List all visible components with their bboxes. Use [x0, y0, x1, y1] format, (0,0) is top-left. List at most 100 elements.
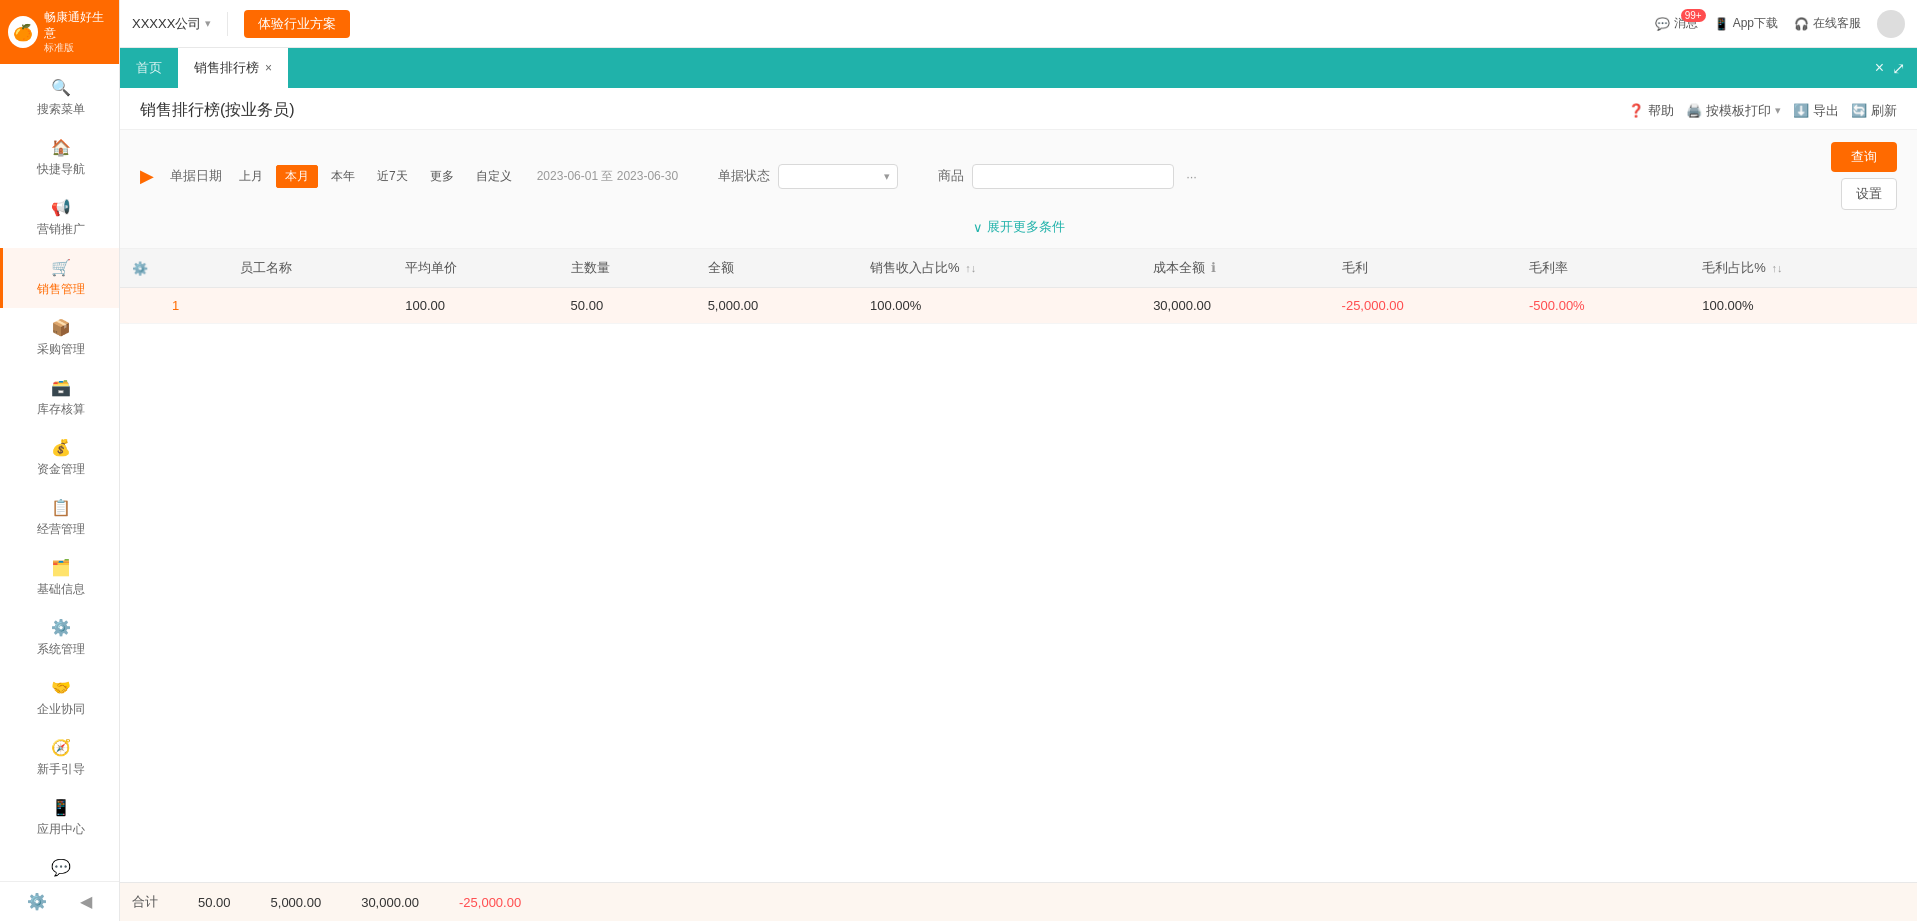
goods-dots[interactable]: ···	[1186, 169, 1197, 184]
print-icon: 🖨️	[1686, 103, 1702, 118]
sidebar: 🍊 畅康通好生意 标准版 🔍 搜索菜单 🏠 快捷导航 📢 营销推广 🛒 销售管理…	[0, 0, 120, 921]
page-actions: ❓ 帮助 🖨️ 按模板打印 ▾ ⬇️ 导出 🔄 刷新	[1628, 102, 1897, 120]
sidebar-item-wechat[interactable]: 💬 企业微信	[0, 848, 119, 881]
export-icon: ⬇️	[1793, 103, 1809, 118]
td-name	[228, 288, 393, 324]
td-gross: -25,000.00	[1330, 288, 1517, 324]
tabbar: 首页 销售排行榜 × × ⤢	[120, 48, 1917, 88]
sort-icon: ↑↓	[965, 262, 976, 274]
table-footer: 合计 50.00 5,000.00 30,000.00 -25,000.00	[120, 882, 1917, 921]
restore-window-icon[interactable]: ⤢	[1892, 59, 1905, 78]
tab-home-label: 首页	[136, 59, 162, 77]
message-button[interactable]: 💬 消息 99+	[1655, 15, 1698, 32]
td-total: 5,000.00	[696, 288, 858, 324]
filter-expand-arrow[interactable]: ▶	[140, 165, 154, 187]
filter-area: ▶ 单据日期 上月 本月 本年	[120, 130, 1917, 249]
collapse-icon[interactable]: ◀	[80, 892, 92, 911]
purchase-icon: 📦	[51, 318, 71, 337]
message-icon: 💬	[1655, 17, 1670, 31]
sidebar-item-enterprise[interactable]: 🤝 企业协同	[0, 668, 119, 728]
th-avg-price: 平均单价	[393, 249, 558, 288]
help-button[interactable]: ❓ 帮助	[1628, 102, 1674, 120]
th-name: 员工名称	[228, 249, 393, 288]
footer-label: 合计	[132, 893, 158, 911]
query-button[interactable]: 查询	[1831, 142, 1897, 172]
th-rank	[160, 249, 228, 288]
system-icon: ⚙️	[51, 618, 71, 637]
app-download-button[interactable]: 📱 App下载	[1714, 15, 1778, 32]
settings-button[interactable]: 设置	[1841, 178, 1897, 210]
date-tab-more[interactable]: 更多	[421, 165, 463, 188]
td-sales-pct: 100.00%	[858, 288, 1141, 324]
date-tab-last-month[interactable]: 上月	[230, 165, 272, 188]
cost-help-icon[interactable]: ℹ	[1211, 260, 1216, 275]
sidebar-item-label: 企业协同	[37, 701, 85, 718]
sidebar-item-inventory[interactable]: 🗃️ 库存核算	[0, 368, 119, 428]
home-icon: 🏠	[51, 138, 71, 157]
inner-page: 销售排行榜(按业务员) ❓ 帮助 🖨️ 按模板打印 ▾ ⬇️ 导出	[120, 88, 1917, 921]
status-filter-group: 单据状态	[718, 164, 898, 189]
sidebar-item-sales[interactable]: 🛒 销售管理	[0, 248, 119, 308]
date-tabs: 上月 本月 本年 近7天 更多	[230, 165, 521, 188]
logo-text: 畅康通好生意	[44, 10, 111, 41]
topbar-right: 💬 消息 99+ 📱 App下载 🎧 在线客服	[1655, 10, 1905, 38]
page-header: 销售排行榜(按业务员) ❓ 帮助 🖨️ 按模板打印 ▾ ⬇️ 导出	[120, 88, 1917, 130]
company-selector[interactable]: XXXXX公司 ▾	[132, 15, 211, 33]
service-button[interactable]: 🎧 在线客服	[1794, 15, 1861, 32]
sidebar-item-apps[interactable]: 📱 应用中心	[0, 788, 119, 848]
date-tab-7days[interactable]: 近7天	[368, 165, 417, 188]
td-gross-rate: -500.00%	[1517, 288, 1690, 324]
guide-icon: 🧭	[51, 738, 71, 757]
sidebar-item-label: 营销推广	[37, 221, 85, 238]
close-window-icon[interactable]: ×	[1875, 59, 1884, 77]
sidebar-item-label: 库存核算	[37, 401, 85, 418]
refresh-button[interactable]: 🔄 刷新	[1851, 102, 1897, 120]
sidebar-item-quick[interactable]: 🏠 快捷导航	[0, 128, 119, 188]
inventory-icon: 🗃️	[51, 378, 71, 397]
tab-sales-rank[interactable]: 销售排行榜 ×	[178, 48, 288, 88]
th-cost: 成本全额 ℹ	[1141, 249, 1329, 288]
app-icon: 📱	[1714, 17, 1729, 31]
sidebar-item-search[interactable]: 🔍 搜索菜单	[0, 68, 119, 128]
trial-button[interactable]: 体验行业方案	[244, 10, 350, 38]
sidebar-item-basic[interactable]: 🗂️ 基础信息	[0, 548, 119, 608]
sidebar-item-purchase[interactable]: 📦 采购管理	[0, 308, 119, 368]
goods-input[interactable]	[972, 164, 1174, 189]
footer-gross: -25,000.00	[459, 895, 521, 910]
expand-down-icon: ∨	[973, 220, 983, 235]
sidebar-item-operations[interactable]: 📋 经营管理	[0, 488, 119, 548]
refresh-icon: 🔄	[1851, 103, 1867, 118]
sidebar-item-label: 采购管理	[37, 341, 85, 358]
tab-home[interactable]: 首页	[120, 48, 178, 88]
basic-icon: 🗂️	[51, 558, 71, 577]
date-range-display: 2023-06-01 至 2023-06-30	[537, 168, 678, 185]
export-button[interactable]: ⬇️ 导出	[1793, 102, 1839, 120]
status-select[interactable]	[778, 164, 898, 189]
settings-footer-icon[interactable]: ⚙️	[27, 892, 47, 911]
date-tab-this-month[interactable]: 本月	[276, 165, 318, 188]
date-tab-this-year[interactable]: 本年	[322, 165, 364, 188]
sidebar-nav: 🔍 搜索菜单 🏠 快捷导航 📢 营销推广 🛒 销售管理 📦 采购管理 🗃️ 库存…	[0, 64, 119, 881]
td-rank: 1	[160, 288, 228, 324]
logo-icon: 🍊	[8, 16, 38, 48]
tab-sales-rank-label: 销售排行榜	[194, 59, 259, 77]
sidebar-item-finance[interactable]: 💰 资金管理	[0, 428, 119, 488]
avatar[interactable]	[1877, 10, 1905, 38]
sidebar-item-system[interactable]: ⚙️ 系统管理	[0, 608, 119, 668]
template-print-button[interactable]: 🖨️ 按模板打印 ▾	[1686, 102, 1781, 120]
sidebar-item-guide[interactable]: 🧭 新手引导	[0, 728, 119, 788]
expand-more-button[interactable]: ∨ 展开更多条件	[973, 218, 1065, 236]
logo-sub: 标准版	[44, 41, 111, 54]
tab-close-icon[interactable]: ×	[265, 61, 272, 75]
sidebar-logo: 🍊 畅康通好生意 标准版	[0, 0, 119, 64]
date-filter-group: 单据日期 上月 本月 本年 近7天	[170, 165, 521, 188]
sales-icon: 🛒	[51, 258, 71, 277]
goods-filter-label: 商品	[938, 167, 964, 185]
th-gross: 毛利	[1330, 249, 1517, 288]
main-area: XXXXX公司 ▾ 体验行业方案 💬 消息 99+ 📱 App下载 🎧 在线客服	[120, 0, 1917, 921]
date-tab-custom[interactable]: 自定义	[467, 165, 521, 188]
sidebar-item-marketing[interactable]: 📢 营销推广	[0, 188, 119, 248]
enterprise-icon: 🤝	[51, 678, 71, 697]
footer-total: 5,000.00	[271, 895, 322, 910]
goods-filter-group: 商品 ···	[938, 164, 1197, 189]
